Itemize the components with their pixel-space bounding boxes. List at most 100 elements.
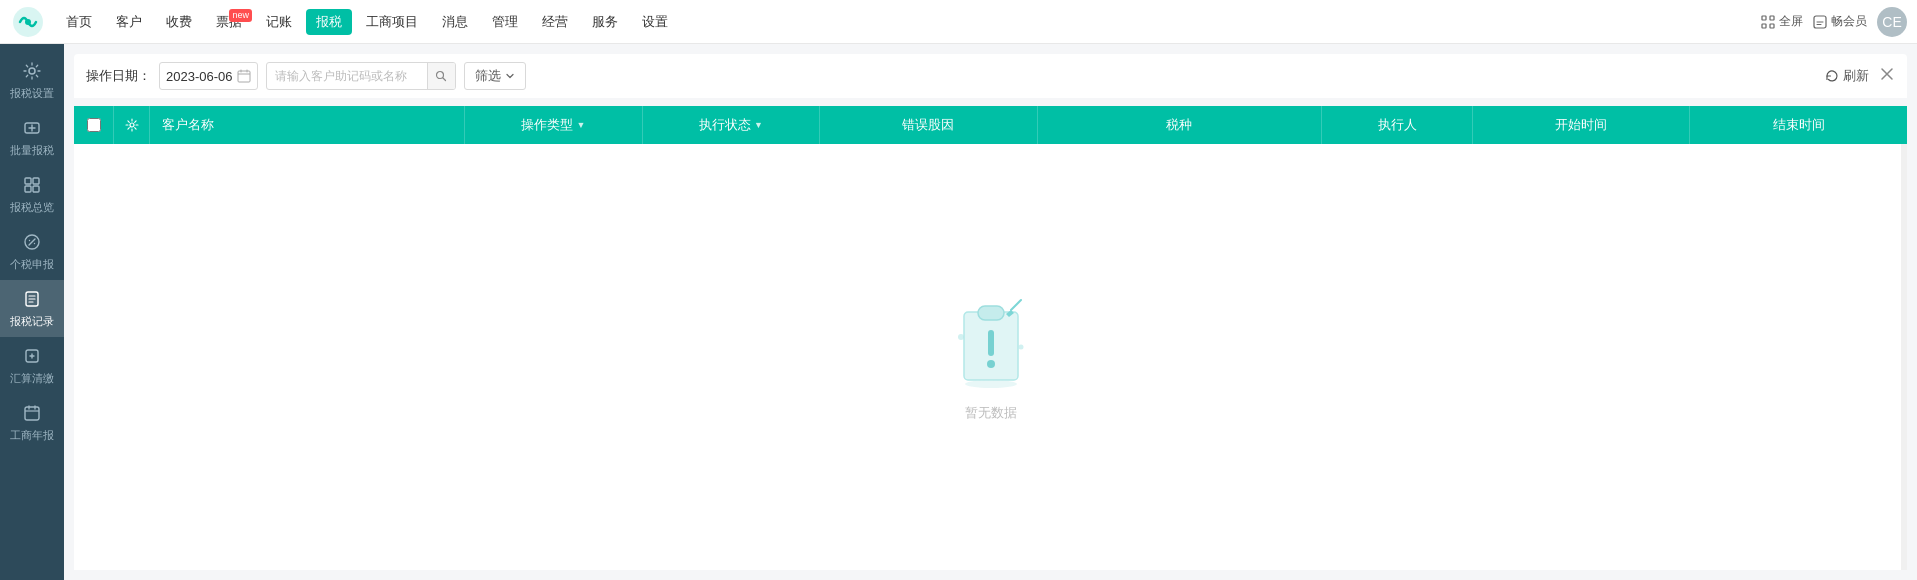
- nav-item-记账[interactable]: 记账: [256, 9, 302, 35]
- nav-item-票据[interactable]: 票据new: [206, 9, 252, 35]
- refresh-label: 刷新: [1843, 67, 1869, 85]
- top-nav-right: 全屏 畅会员 CE: [1761, 7, 1907, 37]
- svg-rect-2: [1762, 16, 1766, 20]
- th-tax-type-label: 税种: [1166, 116, 1192, 134]
- chevron-down-icon: [505, 71, 515, 81]
- member-btn[interactable]: 畅会员: [1813, 13, 1867, 30]
- nav-item-收费[interactable]: 收费: [156, 9, 202, 35]
- nav-item-经营[interactable]: 经营: [532, 9, 578, 35]
- content-area: 操作日期： 2023-06-06 筛选: [64, 44, 1917, 580]
- main-layout: 报税设置批量报税报税总览个税申报报税记录汇算清缴工商年报 操作日期： 2023-…: [0, 44, 1917, 580]
- nav-item-服务[interactable]: 服务: [582, 9, 628, 35]
- svg-rect-17: [238, 71, 250, 82]
- table-body: 暂无数据: [74, 144, 1907, 570]
- filter-label: 筛选: [475, 67, 501, 85]
- date-label: 操作日期：: [86, 67, 151, 85]
- tax-icon: [21, 231, 43, 253]
- sidebar-item-汇算清缴[interactable]: 汇算清缴: [0, 337, 64, 394]
- date-picker[interactable]: 2023-06-06: [159, 62, 258, 90]
- th-executor-label: 执行人: [1378, 116, 1417, 134]
- nav-item-工商项目[interactable]: 工商项目: [356, 9, 428, 35]
- settings-icon: [21, 60, 43, 82]
- member-label: 畅会员: [1831, 13, 1867, 30]
- fullscreen-label: 全屏: [1779, 13, 1803, 30]
- avatar[interactable]: CE: [1877, 7, 1907, 37]
- svg-line-26: [1011, 300, 1021, 310]
- scrollbar-track[interactable]: [1901, 144, 1907, 570]
- search-input[interactable]: [267, 69, 427, 83]
- svg-point-23: [987, 360, 995, 368]
- sidebar-item-报税总览[interactable]: 报税总览: [0, 166, 64, 223]
- th-client-label: 客户名称: [162, 116, 214, 134]
- sidebar-item-批量报税[interactable]: 批量报税: [0, 109, 64, 166]
- nav-item-设置[interactable]: 设置: [632, 9, 678, 35]
- nav-item-管理[interactable]: 管理: [482, 9, 528, 35]
- svg-point-25: [1018, 345, 1023, 350]
- overview-icon: [21, 174, 43, 196]
- sidebar-item-报税记录[interactable]: 报税记录: [0, 280, 64, 337]
- svg-rect-12: [33, 186, 39, 192]
- svg-point-18: [437, 72, 444, 79]
- column-settings-icon: [125, 118, 139, 132]
- sidebar-item-个税申报[interactable]: 个税申报: [0, 223, 64, 280]
- th-start-time-label: 开始时间: [1555, 116, 1607, 134]
- sidebar-item-label: 工商年报: [10, 428, 54, 443]
- th-checkbox[interactable]: [74, 106, 114, 144]
- refresh-icon: [1825, 69, 1839, 83]
- sidebar-item-工商年报[interactable]: 工商年报: [0, 394, 64, 451]
- svg-rect-21: [978, 306, 1004, 320]
- svg-rect-3: [1770, 16, 1774, 20]
- status-sort-icon: ▼: [754, 120, 763, 130]
- th-client: 客户名称: [150, 106, 465, 144]
- close-button[interactable]: [1879, 66, 1895, 86]
- th-start-time: 开始时间: [1473, 106, 1691, 144]
- svg-rect-4: [1762, 24, 1766, 28]
- svg-rect-11: [25, 186, 31, 192]
- nav-item-消息[interactable]: 消息: [432, 9, 478, 35]
- sidebar: 报税设置批量报税报税总览个税申报报税记录汇算清缴工商年报: [0, 44, 64, 580]
- sidebar-item-label: 个税申报: [10, 257, 54, 272]
- app-logo[interactable]: [10, 4, 46, 40]
- fullscreen-btn[interactable]: 全屏: [1761, 13, 1803, 30]
- fullscreen-icon: [1761, 15, 1775, 29]
- search-button[interactable]: [427, 62, 455, 90]
- th-tax-type: 税种: [1038, 106, 1322, 144]
- nav-badge-票据: new: [229, 9, 252, 23]
- date-value: 2023-06-06: [166, 69, 233, 84]
- svg-point-28: [965, 380, 1017, 388]
- search-icon: [435, 70, 447, 82]
- nav-items: 首页客户收费票据new记账报税工商项目消息管理经营服务设置: [56, 9, 1761, 35]
- th-end-time: 结束时间: [1690, 106, 1907, 144]
- top-nav: 首页客户收费票据new记账报税工商项目消息管理经营服务设置 全屏 畅会员 CE: [0, 0, 1917, 44]
- th-settings[interactable]: [114, 106, 150, 144]
- th-error: 错误股因: [820, 106, 1038, 144]
- sidebar-item-label: 报税设置: [10, 86, 54, 101]
- nav-item-客户[interactable]: 客户: [106, 9, 152, 35]
- refresh-button[interactable]: 刷新: [1825, 67, 1869, 85]
- filter-button[interactable]: 筛选: [464, 62, 526, 90]
- empty-text: 暂无数据: [965, 404, 1017, 422]
- table-header: 客户名称 操作类型 ▼ 执行状态 ▼ 错误股因 税种 执行人: [74, 106, 1907, 144]
- search-box: [266, 62, 456, 90]
- nav-item-报税[interactable]: 报税: [306, 9, 352, 35]
- avatar-text: CE: [1882, 14, 1901, 30]
- svg-point-19: [130, 123, 134, 127]
- nav-item-首页[interactable]: 首页: [56, 9, 102, 35]
- svg-rect-22: [988, 330, 994, 356]
- svg-rect-5: [1770, 24, 1774, 28]
- record-icon: [21, 288, 43, 310]
- select-all-checkbox[interactable]: [87, 118, 101, 132]
- svg-point-7: [29, 68, 35, 74]
- svg-point-24: [958, 334, 964, 340]
- sidebar-item-报税设置[interactable]: 报税设置: [0, 52, 64, 109]
- svg-point-1: [25, 19, 31, 25]
- th-status-label: 执行状态: [699, 116, 751, 134]
- sidebar-item-label: 报税记录: [10, 314, 54, 329]
- calc-icon: [21, 345, 43, 367]
- th-op-type-label: 操作类型: [521, 116, 573, 134]
- th-status[interactable]: 执行状态 ▼: [643, 106, 820, 144]
- th-op-type[interactable]: 操作类型 ▼: [465, 106, 642, 144]
- sidebar-item-label: 汇算清缴: [10, 371, 54, 386]
- toolbar-right: 刷新: [1825, 66, 1895, 86]
- svg-rect-16: [25, 407, 39, 420]
